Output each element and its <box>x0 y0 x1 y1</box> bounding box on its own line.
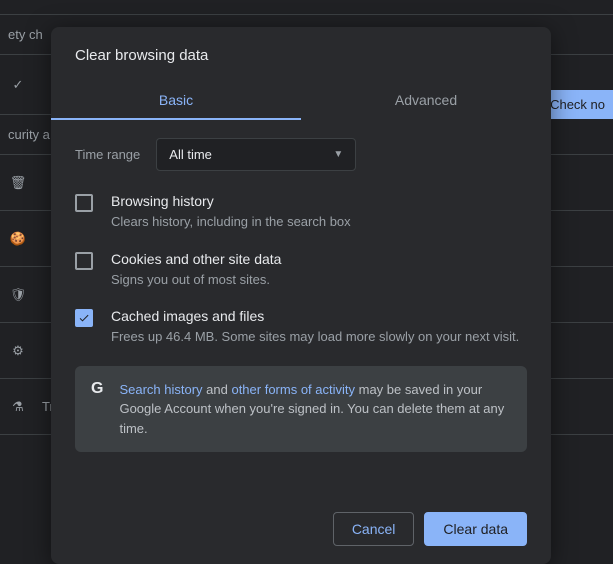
shield-icon: 🛡 <box>8 287 28 303</box>
bg-safety-text: ety ch <box>8 27 43 42</box>
option-title: Browsing history <box>111 193 351 209</box>
tab-advanced[interactable]: Advanced <box>301 80 551 120</box>
time-range-select[interactable]: All time ▼ <box>156 138 356 171</box>
bg-security-text: curity a <box>8 127 50 142</box>
time-range-value: All time <box>169 147 212 162</box>
cancel-button[interactable]: Cancel <box>333 512 415 546</box>
check-now-button[interactable]: Check no <box>542 90 613 119</box>
option-sub: Clears history, including in the search … <box>111 213 351 231</box>
tab-basic[interactable]: Basic <box>51 80 301 120</box>
clear-browsing-data-dialog: Clear browsing data Basic Advanced Time … <box>51 27 551 564</box>
info-box: G Search history and other forms of acti… <box>75 366 527 453</box>
tabs: Basic Advanced <box>51 80 551 120</box>
time-range-label: Time range <box>75 147 140 162</box>
option-sub: Signs you out of most sites. <box>111 271 281 289</box>
google-icon: G <box>91 380 103 439</box>
option-title: Cached images and files <box>111 308 519 324</box>
info-text: Search history and other forms of activi… <box>119 380 511 439</box>
other-activity-link[interactable]: other forms of activity <box>231 382 355 397</box>
clear-data-button[interactable]: Clear data <box>424 512 527 546</box>
shield-check-icon: ✓ <box>8 77 28 93</box>
flask-icon: ⚗ <box>8 399 28 415</box>
dialog-title: Clear browsing data <box>51 27 551 80</box>
chevron-down-icon: ▼ <box>333 149 343 160</box>
cookie-icon: 🍪 <box>8 231 28 247</box>
search-history-link[interactable]: Search history <box>119 382 202 397</box>
option-title: Cookies and other site data <box>111 251 281 267</box>
sliders-icon: ⚙ <box>8 343 28 359</box>
checkbox-browsing-history[interactable] <box>75 194 93 212</box>
option-sub: Frees up 46.4 MB. Some sites may load mo… <box>111 328 519 346</box>
checkbox-cookies[interactable] <box>75 252 93 270</box>
checkbox-cached[interactable] <box>75 309 93 327</box>
trash-icon: 🗑 <box>8 175 28 191</box>
